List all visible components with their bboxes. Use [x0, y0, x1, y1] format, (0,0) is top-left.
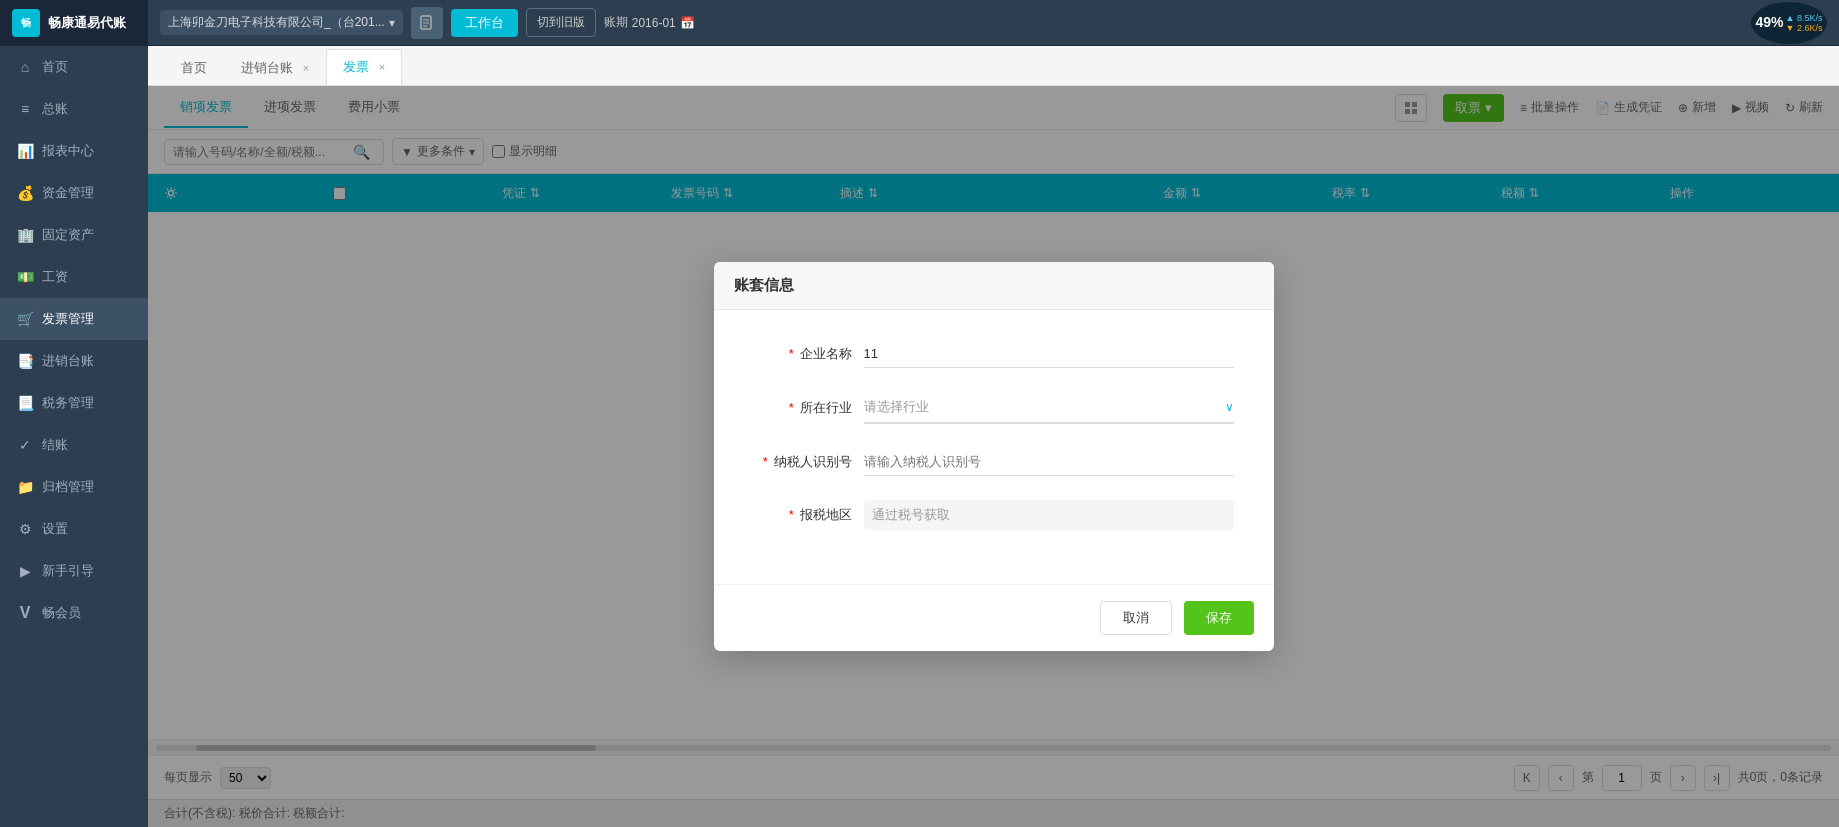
content-area: 销项发票 进项发票 费用小票 取票 ▾ ≡ [148, 86, 1839, 827]
cancel-button[interactable]: 取消 [1100, 601, 1172, 635]
save-button[interactable]: 保存 [1184, 601, 1254, 635]
sidebar-item-label: 资金管理 [42, 184, 94, 202]
archive-icon: 📁 [16, 478, 34, 496]
tax-id-control [864, 448, 1234, 476]
sidebar-item-capital[interactable]: 💰 资金管理 [0, 172, 148, 214]
tax-region-label: * 报税地区 [754, 506, 864, 524]
sidebar-item-label: 归档管理 [42, 478, 94, 496]
form-row-company-name: * 企业名称 [754, 340, 1234, 368]
calendar-icon[interactable]: 📅 [680, 16, 695, 30]
tab-close-icon[interactable]: × [303, 62, 309, 74]
switch-old-button[interactable]: 切到旧版 [526, 8, 596, 37]
industry-select[interactable]: 请选择行业 ∨ [864, 392, 1234, 423]
company-name-control [864, 340, 1234, 368]
sidebar-logo: 畅 畅康通易代账 [0, 0, 148, 46]
fixed-assets-icon: 🏢 [16, 226, 34, 244]
sidebar-item-label: 进销台账 [42, 352, 94, 370]
settings-icon: ⚙ [16, 520, 34, 538]
tax-id-input[interactable] [864, 448, 1234, 476]
invoice-icon: 🛒 [16, 310, 34, 328]
company-dropdown-icon: ▾ [389, 16, 395, 30]
tax-region-display: 通过税号获取 [864, 500, 1234, 530]
sidebar-item-label: 结账 [42, 436, 68, 454]
sidebar-item-guide[interactable]: ▶ 新手引导 [0, 550, 148, 592]
topbar: 上海卯金刀电子科技有限公司_（台201... ▾ 工作台 切到旧版 账期 201… [148, 0, 1839, 46]
sidebar-item-home[interactable]: ⌂ 首页 [0, 46, 148, 88]
sidebar-item-label: 新手引导 [42, 562, 94, 580]
period-display: 账期 2016-01 📅 [604, 14, 695, 31]
sidebar-item-purchase-sales[interactable]: 📑 进销台账 [0, 340, 148, 382]
form-row-tax-id: * 纳税人识别号 [754, 448, 1234, 476]
sidebar: 畅 畅康通易代账 ⌂ 首页 ≡ 总账 📊 报表中心 💰 资金管理 🏢 固定资产 … [0, 0, 148, 827]
tax-icon: 📃 [16, 394, 34, 412]
logo-text: 畅康通易代账 [48, 14, 126, 32]
company-name: 上海卯金刀电子科技有限公司_（台201... [168, 14, 385, 31]
sidebar-item-vip[interactable]: V 畅会员 [0, 592, 148, 634]
dialog-title: 账套信息 [734, 276, 794, 293]
dialog-footer: 取消 保存 [714, 584, 1274, 651]
sidebar-item-ledger[interactable]: ≡ 总账 [0, 88, 148, 130]
tab-home[interactable]: 首页 [164, 50, 224, 85]
sidebar-item-label: 设置 [42, 520, 68, 538]
home-icon: ⌂ [16, 58, 34, 76]
workbench-button[interactable]: 工作台 [451, 9, 518, 37]
tab-purchase-sales[interactable]: 进销台账 × [224, 50, 326, 85]
settlement-icon: ✓ [16, 436, 34, 454]
sidebar-item-label: 总账 [42, 100, 68, 118]
modal-overlay[interactable]: 账套信息 * 企业名称 [148, 86, 1839, 827]
sidebar-item-reports[interactable]: 📊 报表中心 [0, 130, 148, 172]
sidebar-item-tax[interactable]: 📃 税务管理 [0, 382, 148, 424]
sidebar-item-label: 固定资产 [42, 226, 94, 244]
salary-icon: 💵 [16, 268, 34, 286]
tab-close-icon[interactable]: × [379, 61, 385, 73]
sidebar-item-label: 首页 [42, 58, 68, 76]
topbar-right: 49% ▲ 8.5K/s ▼ 2.6K/s [1751, 2, 1827, 44]
form-row-industry: * 所在行业 请选择行业 ∨ [754, 392, 1234, 424]
sidebar-item-salary[interactable]: 💵 工资 [0, 256, 148, 298]
network-percent: 49% [1756, 15, 1784, 30]
tax-region-control: 通过税号获取 [864, 500, 1234, 530]
tab-invoice[interactable]: 发票 × [326, 49, 402, 85]
industry-control: 请选择行业 ∨ [864, 392, 1234, 424]
vip-icon: V [16, 604, 34, 622]
logo-icon: 畅 [12, 9, 40, 37]
speed-up: ▲ 8.5K/s [1786, 13, 1823, 23]
speed-down: ▼ 2.6K/s [1786, 23, 1823, 33]
company-name-input[interactable] [864, 340, 1234, 368]
sidebar-item-fixed-assets[interactable]: 🏢 固定资产 [0, 214, 148, 256]
sidebar-item-label: 发票管理 [42, 310, 94, 328]
dialog-account-info: 账套信息 * 企业名称 [714, 262, 1274, 651]
sidebar-item-invoice[interactable]: 🛒 发票管理 [0, 298, 148, 340]
guide-icon: ▶ [16, 562, 34, 580]
capital-icon: 💰 [16, 184, 34, 202]
sidebar-item-label: 税务管理 [42, 394, 94, 412]
sidebar-item-label: 畅会员 [42, 604, 81, 622]
sidebar-item-label: 报表中心 [42, 142, 94, 160]
sidebar-item-archive[interactable]: 📁 归档管理 [0, 466, 148, 508]
network-status: 49% ▲ 8.5K/s ▼ 2.6K/s [1751, 2, 1827, 44]
ledger-icon: ≡ [16, 100, 34, 118]
industry-label: * 所在行业 [754, 399, 864, 417]
company-name-label: * 企业名称 [754, 345, 864, 363]
industry-placeholder: 请选择行业 [864, 398, 929, 416]
sidebar-item-label: 工资 [42, 268, 68, 286]
dialog-header: 账套信息 [714, 262, 1274, 310]
page-tabs: 首页 进销台账 × 发票 × [148, 46, 1839, 86]
tax-id-label: * 纳税人识别号 [754, 453, 864, 471]
main-area: 上海卯金刀电子科技有限公司_（台201... ▾ 工作台 切到旧版 账期 201… [148, 0, 1839, 827]
industry-chevron-icon: ∨ [1225, 400, 1234, 414]
doc-button[interactable] [411, 7, 443, 39]
reports-icon: 📊 [16, 142, 34, 160]
company-selector[interactable]: 上海卯金刀电子科技有限公司_（台201... ▾ [160, 10, 403, 35]
sidebar-item-settlement[interactable]: ✓ 结账 [0, 424, 148, 466]
sidebar-item-settings[interactable]: ⚙ 设置 [0, 508, 148, 550]
dialog-body: * 企业名称 * 所在行业 [714, 310, 1274, 584]
purchase-sales-icon: 📑 [16, 352, 34, 370]
form-row-tax-region: * 报税地区 通过税号获取 [754, 500, 1234, 530]
